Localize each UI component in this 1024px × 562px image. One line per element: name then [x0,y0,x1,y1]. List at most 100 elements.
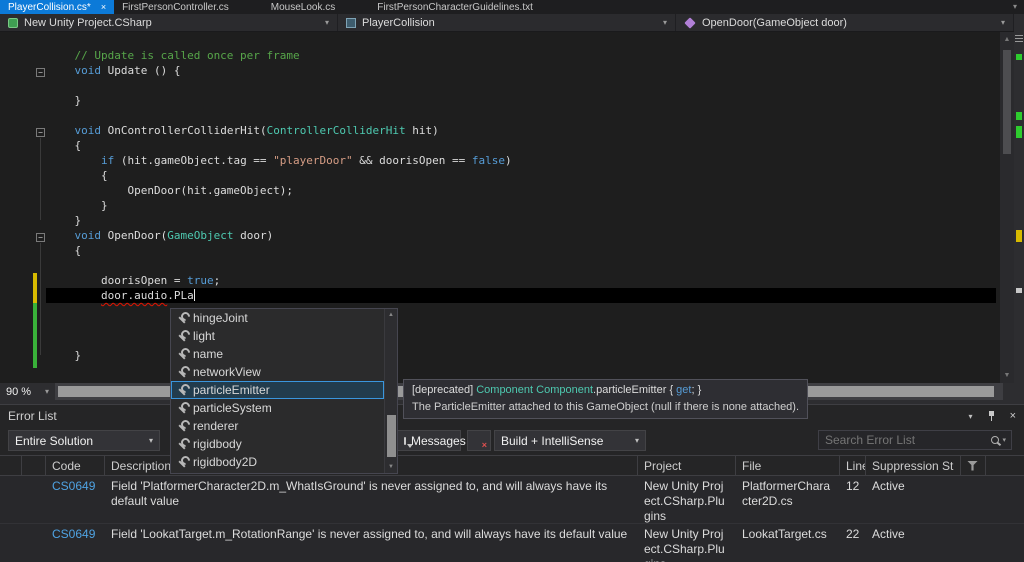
error-project: New Unity Project.CSharp.Plugins [638,479,736,524]
chevron-down-icon: ▾ [663,18,667,27]
header-code[interactable]: Code [46,456,105,475]
code-line[interactable]: void OnControllerColliderHit(ControllerC… [48,123,512,138]
type-dropdown[interactable]: PlayerCollision ▾ [338,14,676,31]
intellisense-item[interactable]: light [171,327,384,345]
header-filter-cell[interactable] [961,456,986,475]
fold-toggle-icon[interactable]: − [36,233,45,242]
filter-funnel-icon[interactable] [967,461,978,471]
intellisense-item[interactable]: rigidbody2D [171,453,384,471]
scroll-down-icon[interactable]: ▼ [1000,369,1014,382]
intellisense-item[interactable]: networkView [171,363,384,381]
intellisense-item-label: networkView [193,365,261,379]
tab-mouselook[interactable]: MouseLook.cs [263,0,369,14]
intellisense-item[interactable]: particleEmitter [171,381,384,399]
intellisense-scrollbar[interactable]: ▲ ▼ [384,309,397,473]
code-editor[interactable]: − − − // Update is called once per frame… [0,32,1024,383]
code-line[interactable]: } [48,198,512,213]
code-line[interactable]: void OpenDoor(GameObject door) [48,228,512,243]
code-line[interactable] [48,78,512,93]
property-icon [175,330,187,342]
code-line[interactable]: door.audio.PLa [48,288,512,303]
pin-icon[interactable] [987,411,996,422]
scope-filter-dropdown[interactable]: Entire Solution ▾ [8,430,160,451]
error-row[interactable]: !CS0649Field 'PlatformerCharacter2D.m_Wh… [0,476,1024,524]
header-line[interactable]: Line [840,456,866,475]
code-line[interactable]: { [48,138,512,153]
scroll-up-icon[interactable]: ▲ [385,309,397,321]
scroll-down-icon[interactable]: ▼ [385,461,397,473]
code-line[interactable]: } [48,93,512,108]
project-dropdown[interactable]: New Unity Project.CSharp ▾ [0,14,338,31]
scrollbar-corner [1002,383,1024,400]
tab-guidelines[interactable]: FirstPersonCharacterGuidelines.txt [369,0,567,14]
header-project[interactable]: Project [638,456,736,475]
tab-overflow-chevron-icon[interactable]: ▾ [1006,0,1024,14]
code-line[interactable]: // Update is called once per frame [48,48,512,63]
annotation-mark-yellow [1016,230,1022,242]
member-dropdown[interactable]: OpenDoor(GameObject door) ▾ [676,14,1014,31]
header-file[interactable]: File [736,456,840,475]
messages-button-label: Messages [411,434,466,448]
source-filter-dropdown[interactable]: Build + IntelliSense ▾ [494,430,646,451]
fold-guide-line [40,243,41,355]
splitter-grip-icon[interactable] [1015,35,1023,42]
error-code-link[interactable]: CS0649 [46,527,105,542]
annotation-margin [1014,32,1024,383]
type-dropdown-label: PlayerCollision [362,17,435,29]
close-icon[interactable]: × [101,0,106,14]
tab-firstpersoncontroller[interactable]: FirstPersonController.cs [114,0,263,14]
intellisense-tooltip: [deprecated] Component Component.particl… [403,379,808,419]
scope-filter-label: Entire Solution [15,434,93,448]
error-list-search[interactable]: ▾ [818,430,1012,450]
editor-vertical-scrollbar[interactable]: ▲ ▼ [1000,32,1014,383]
scrollbar-thumb[interactable] [387,415,396,457]
intellisense-item[interactable]: rigidbody [171,435,384,453]
code-line[interactable] [48,258,512,273]
code-line[interactable]: OpenDoor(hit.gameObject); [48,183,512,198]
scrollbar-thumb[interactable] [1003,50,1011,154]
tab-label: FirstPersonCharacterGuidelines.txt [377,2,533,13]
intellisense-item[interactable]: particleSystem [171,399,384,417]
code-line[interactable]: } [48,213,512,228]
error-code-link[interactable]: CS0649 [46,479,105,494]
header-severity-cell[interactable] [22,456,46,475]
intellisense-item[interactable]: name [171,345,384,363]
text-caret [194,289,195,301]
code-line[interactable]: if (hit.gameObject.tag == "playerDoor" &… [48,153,512,168]
search-icon[interactable] [991,436,999,444]
intellisense-item-label: renderer [193,419,238,433]
error-file: PlatformerCharacter2D.cs [736,479,840,509]
error-row[interactable]: !CS0649Field 'LookatTarget.m_RotationRan… [0,524,1024,562]
code-line[interactable]: doorisOpen = true; [48,273,512,288]
annotation-mark-caret [1016,288,1022,293]
close-icon[interactable]: × [1010,410,1016,422]
tab-playercollision[interactable]: PlayerCollision.cs* × [0,0,114,14]
vs-window: PlayerCollision.cs* × FirstPersonControl… [0,0,1024,562]
zoom-level: 90 % [6,386,31,398]
clear-filter-button[interactable]: × [467,430,491,451]
intellisense-item[interactable]: renderer [171,417,384,435]
intellisense-item-label: particleSystem [193,401,272,415]
intellisense-item-label: light [193,329,215,343]
intellisense-item[interactable]: hingeJoint [171,309,384,327]
zoom-control[interactable]: 90 % ▾ [0,383,56,400]
code-line[interactable]: { [48,168,512,183]
header-suppression[interactable]: Suppression St [866,456,961,475]
intellisense-list: hingeJoint light name networkView particleEm… [171,309,384,473]
intellisense-item-label: particleEmitter [193,383,270,397]
message-bubble-icon [404,437,406,445]
chevron-down-icon: ▾ [625,436,639,445]
annotation-mark-green [1016,54,1022,60]
code-line[interactable] [48,108,512,123]
scroll-up-icon[interactable]: ▲ [1000,33,1014,46]
window-position-chevron-icon[interactable]: ▾ [969,412,973,421]
code-line[interactable]: { [48,243,512,258]
fold-toggle-icon[interactable]: − [36,68,45,77]
code-area[interactable]: − − − // Update is called once per frame… [0,32,1000,383]
code-line[interactable]: void Update () { [48,63,512,78]
fold-toggle-icon[interactable]: − [36,128,45,137]
search-input[interactable] [819,433,991,447]
messages-toggle-button[interactable]: Messages [397,430,461,451]
method-icon [684,17,695,28]
project-dropdown-label: New Unity Project.CSharp [24,17,152,29]
